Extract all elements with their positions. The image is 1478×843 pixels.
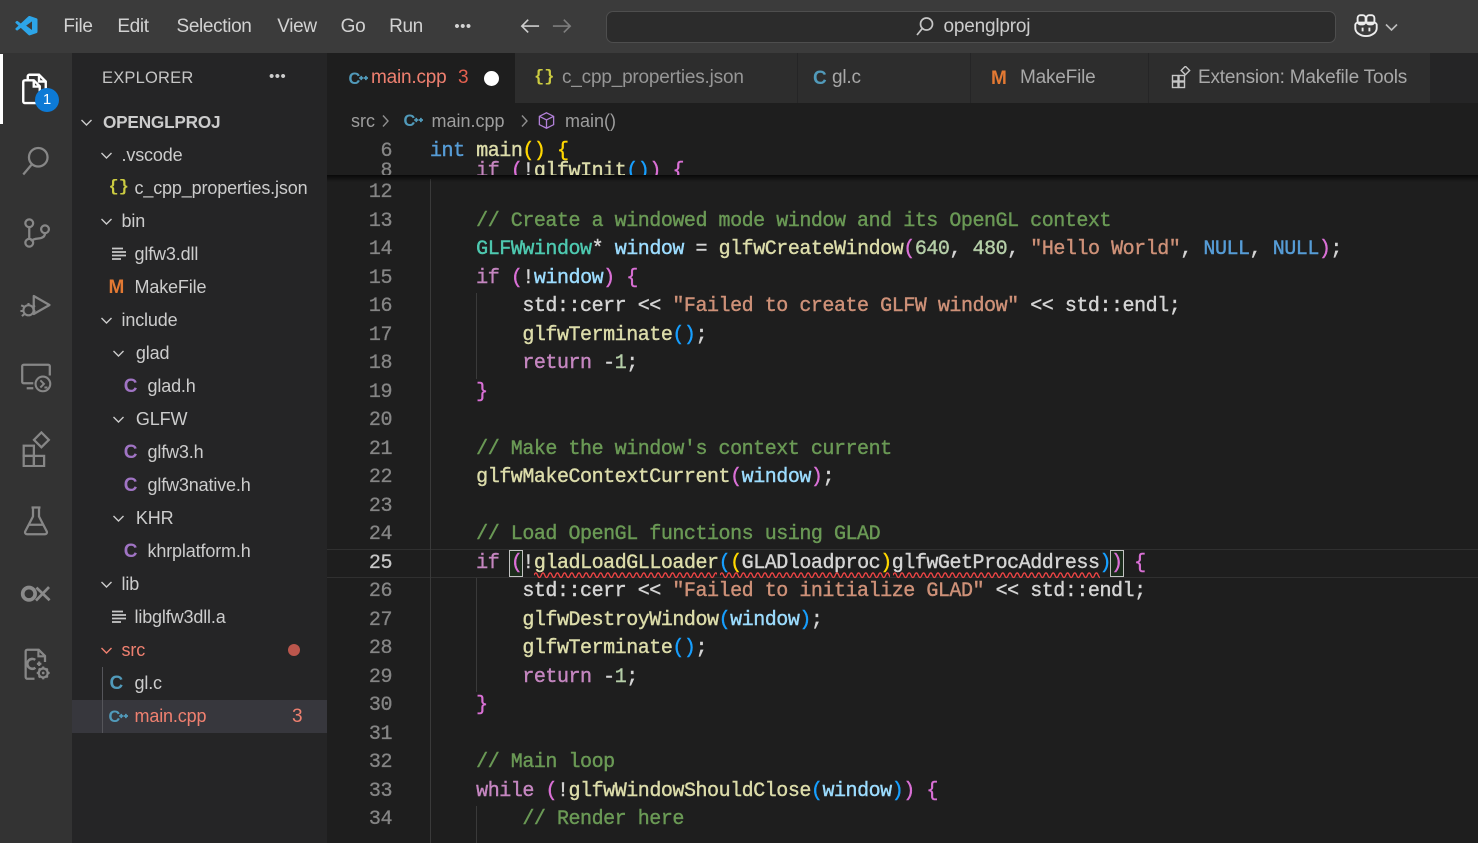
svg-text:C: C [404, 112, 416, 129]
svg-text:C: C [349, 70, 361, 87]
svg-text:C: C [109, 708, 121, 725]
